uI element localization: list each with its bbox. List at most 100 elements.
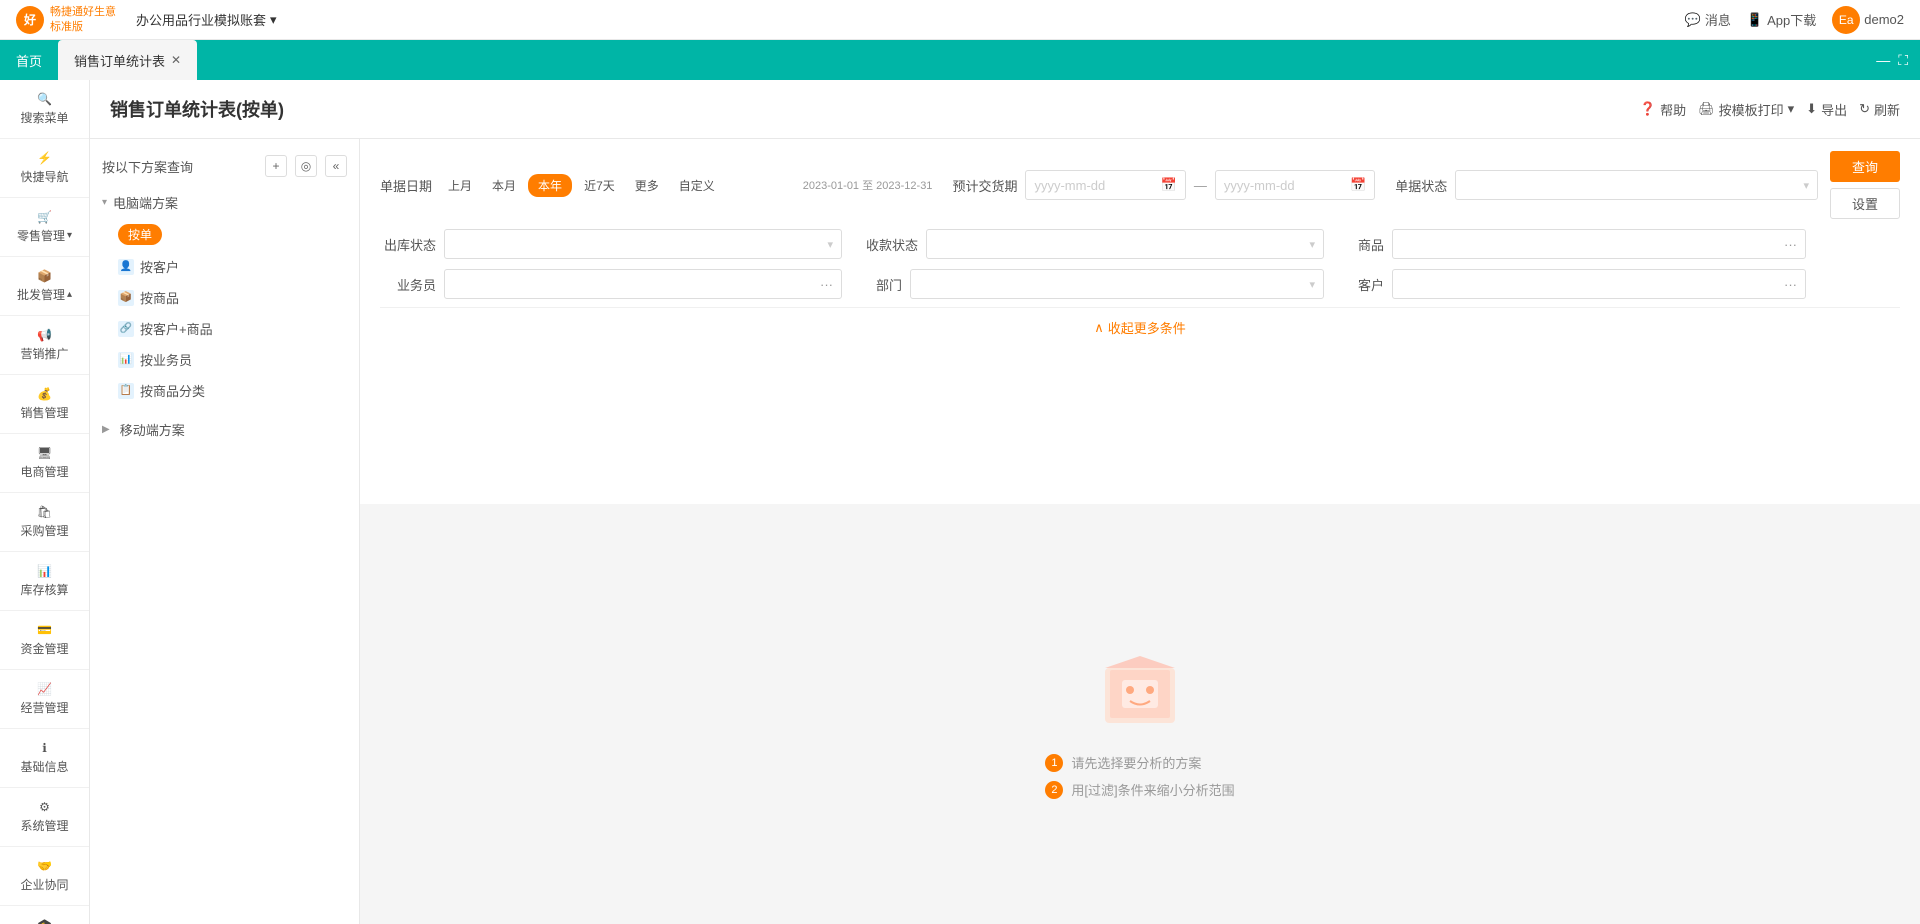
download-icon: 📱 — [1747, 12, 1763, 28]
goods-more-icon[interactable]: ··· — [1784, 237, 1797, 252]
sidebar-item-finance[interactable]: 💳 资金管理 — [0, 611, 89, 670]
goods-label: 商品 — [1344, 235, 1384, 254]
scheme-item-goods[interactable]: 📦 按商品 — [90, 282, 359, 313]
preset-last-7-days[interactable]: 近7天 — [576, 174, 623, 197]
print-icon: 🖨 — [1698, 101, 1715, 117]
mobile-section-label: 移动端方案 — [120, 420, 185, 439]
logo-text: 畅捷通好生意 标准版 — [50, 5, 116, 34]
receipt-status-select[interactable]: ▾ — [926, 229, 1324, 259]
receipt-status-label: 收款状态 — [862, 235, 918, 254]
close-tab-icon[interactable]: ✕ — [171, 53, 181, 67]
enterprise-icon: 🤝 — [37, 859, 52, 873]
page-header: 销售订单统计表(按单) ❓ 帮助 🖨 按模板打印 ▾ ⬇ 导出 ↻ 刷新 — [90, 80, 1920, 139]
scheme-item-customer-goods[interactable]: 🔗 按客户+商品 — [90, 313, 359, 344]
tab-home[interactable]: 首页 — [0, 40, 58, 80]
export-icon: ⬇ — [1806, 101, 1817, 117]
collapse-up-icon: ∧ — [1094, 320, 1104, 336]
operations-icon: 📈 — [37, 682, 52, 696]
preset-this-month[interactable]: 本月 — [484, 174, 524, 197]
system-icon: ⚙ — [39, 800, 50, 814]
customer-scheme-icon: 👤 — [118, 259, 134, 275]
customer-more-icon[interactable]: ··· — [1784, 277, 1797, 292]
scheme-item-goods-category[interactable]: 📋 按商品分类 — [90, 375, 359, 406]
customer-goods-icon: 🔗 — [118, 321, 134, 337]
sidebar-item-ecommerce[interactable]: 🖥 电商管理 — [0, 434, 89, 493]
pc-section: ▾ 电脑端方案 按单 👤 按客户 📦 按商品 🔗 — [90, 183, 359, 410]
mobile-section: ▶ 移动端方案 — [90, 410, 359, 449]
calendar-start-icon: 📅 — [1161, 177, 1177, 193]
wholesale-icon: 📦 — [37, 269, 52, 283]
selected-label[interactable]: 按单 — [118, 224, 162, 245]
add-scheme-button[interactable]: + — [265, 155, 287, 177]
tab-sales-order[interactable]: 销售订单统计表 ✕ — [58, 40, 197, 80]
logo-area: 好 畅捷通好生意 标准版 — [16, 5, 116, 34]
customer-input[interactable]: ··· — [1392, 269, 1806, 299]
export-button[interactable]: ⬇ 导出 — [1806, 100, 1847, 119]
maximize-icon[interactable]: ⛶ — [1898, 52, 1908, 69]
scheme-item-order[interactable]: 按单 — [90, 218, 359, 251]
sidebar-item-search[interactable]: 🔍 搜索菜单 — [0, 80, 89, 139]
user-profile[interactable]: Ea demo2 — [1832, 6, 1904, 34]
message-button[interactable]: 💬 消息 — [1685, 10, 1731, 29]
preset-this-year[interactable]: 本年 — [528, 174, 572, 197]
hint-num-2: 2 — [1045, 781, 1063, 799]
date-filter-group: 单据日期 上月 本月 本年 近7天 更多 自定义 — [380, 174, 803, 197]
dept-select[interactable]: ▾ — [910, 269, 1324, 299]
app-download-button[interactable]: 📱 App下载 — [1747, 10, 1816, 29]
top-bar-left: 好 畅捷通好生意 标准版 办公用品行业模拟账套 ▾ — [16, 5, 277, 34]
retail-icon: 🛒 — [37, 210, 52, 224]
status-label: 单据状态 — [1395, 176, 1447, 195]
scheme-item-salesperson[interactable]: 📊 按业务员 — [90, 344, 359, 375]
sidebar-item-wholesale[interactable]: 📦 批发管理▴ — [0, 257, 89, 316]
collapse-bar[interactable]: ∧ 收起更多条件 — [380, 307, 1900, 347]
sidebar-item-retail[interactable]: 🛒 零售管理▾ — [0, 198, 89, 257]
dept-chevron-icon: ▾ — [1309, 278, 1315, 291]
expected-date-start[interactable]: yyyy-mm-dd 📅 — [1025, 170, 1185, 200]
empty-svg — [1080, 628, 1200, 738]
goods-input[interactable]: ··· — [1392, 229, 1806, 259]
date-range-text: 2023-01-01 至 2023-12-31 — [803, 177, 933, 193]
preset-more[interactable]: 更多 — [627, 174, 667, 197]
goods-group: 商品 ··· — [1344, 229, 1806, 259]
settings-scheme-button[interactable]: ◎ — [295, 155, 317, 177]
scheme-item-customer[interactable]: 👤 按客户 — [90, 251, 359, 282]
category-scheme-icon: 📋 — [118, 383, 134, 399]
salesperson-group: 业务员 ··· — [380, 269, 842, 299]
sidebar-item-sales[interactable]: 💰 销售管理 — [0, 375, 89, 434]
inventory-icon: 📊 — [37, 564, 52, 578]
status-select[interactable]: ▾ — [1455, 170, 1818, 200]
sidebar-item-enterprise[interactable]: 🤝 企业协同 — [0, 847, 89, 906]
preset-custom[interactable]: 自定义 — [671, 174, 723, 197]
collapse-panel-button[interactable]: « — [325, 155, 347, 177]
goods-scheme-icon: 📦 — [118, 290, 134, 306]
sidebar-item-purchase[interactable]: 🛍 采购管理 — [0, 493, 89, 552]
sidebar-item-operations[interactable]: 📈 经营管理 — [0, 670, 89, 729]
out-status-label: 出库状态 — [380, 235, 436, 254]
settings-button[interactable]: 设置 — [1830, 188, 1900, 219]
empty-hints: 1 请先选择要分析的方案 2 用[过滤]条件来缩小分析范围 — [1045, 753, 1234, 799]
page-actions: ❓ 帮助 🖨 按模板打印 ▾ ⬇ 导出 ↻ 刷新 — [1640, 100, 1900, 135]
sidebar-item-guide[interactable]: 🎓 新手引导 — [0, 906, 89, 924]
query-button[interactable]: 查询 — [1830, 151, 1900, 182]
sidebar-item-inventory[interactable]: 📊 库存核算 — [0, 552, 89, 611]
minimize-icon[interactable]: — — [1876, 52, 1890, 68]
refresh-button[interactable]: ↻ 刷新 — [1859, 100, 1900, 119]
pc-section-header[interactable]: ▾ 电脑端方案 — [90, 187, 359, 218]
preset-last-month[interactable]: 上月 — [440, 174, 480, 197]
out-status-select[interactable]: ▾ — [444, 229, 842, 259]
expected-date-end[interactable]: yyyy-mm-dd 📅 — [1215, 170, 1375, 200]
sidebar-item-system[interactable]: ⚙ 系统管理 — [0, 788, 89, 847]
sidebar-item-marketing[interactable]: 📢 营销推广 — [0, 316, 89, 375]
expand-mobile-icon: ▶ — [102, 424, 110, 435]
sidebar-item-shortcut[interactable]: ⚡ 快捷导航 — [0, 139, 89, 198]
template-print-button[interactable]: 🖨 按模板打印 ▾ — [1698, 100, 1794, 119]
expand-icon: ▾ — [102, 197, 107, 208]
mobile-section-header[interactable]: ▶ 移动端方案 — [90, 414, 359, 445]
help-button[interactable]: ❓ 帮助 — [1640, 100, 1686, 119]
salesperson-input[interactable]: ··· — [444, 269, 842, 299]
panel-header-icons: + ◎ « — [265, 155, 347, 177]
company-selector[interactable]: 办公用品行业模拟账套 ▾ — [136, 10, 277, 29]
salesperson-more-icon[interactable]: ··· — [820, 277, 833, 292]
filter-results-area: 单据日期 上月 本月 本年 近7天 更多 自定义 2023-01-0 — [360, 139, 1920, 924]
sidebar-item-basic-info[interactable]: ℹ 基础信息 — [0, 729, 89, 788]
